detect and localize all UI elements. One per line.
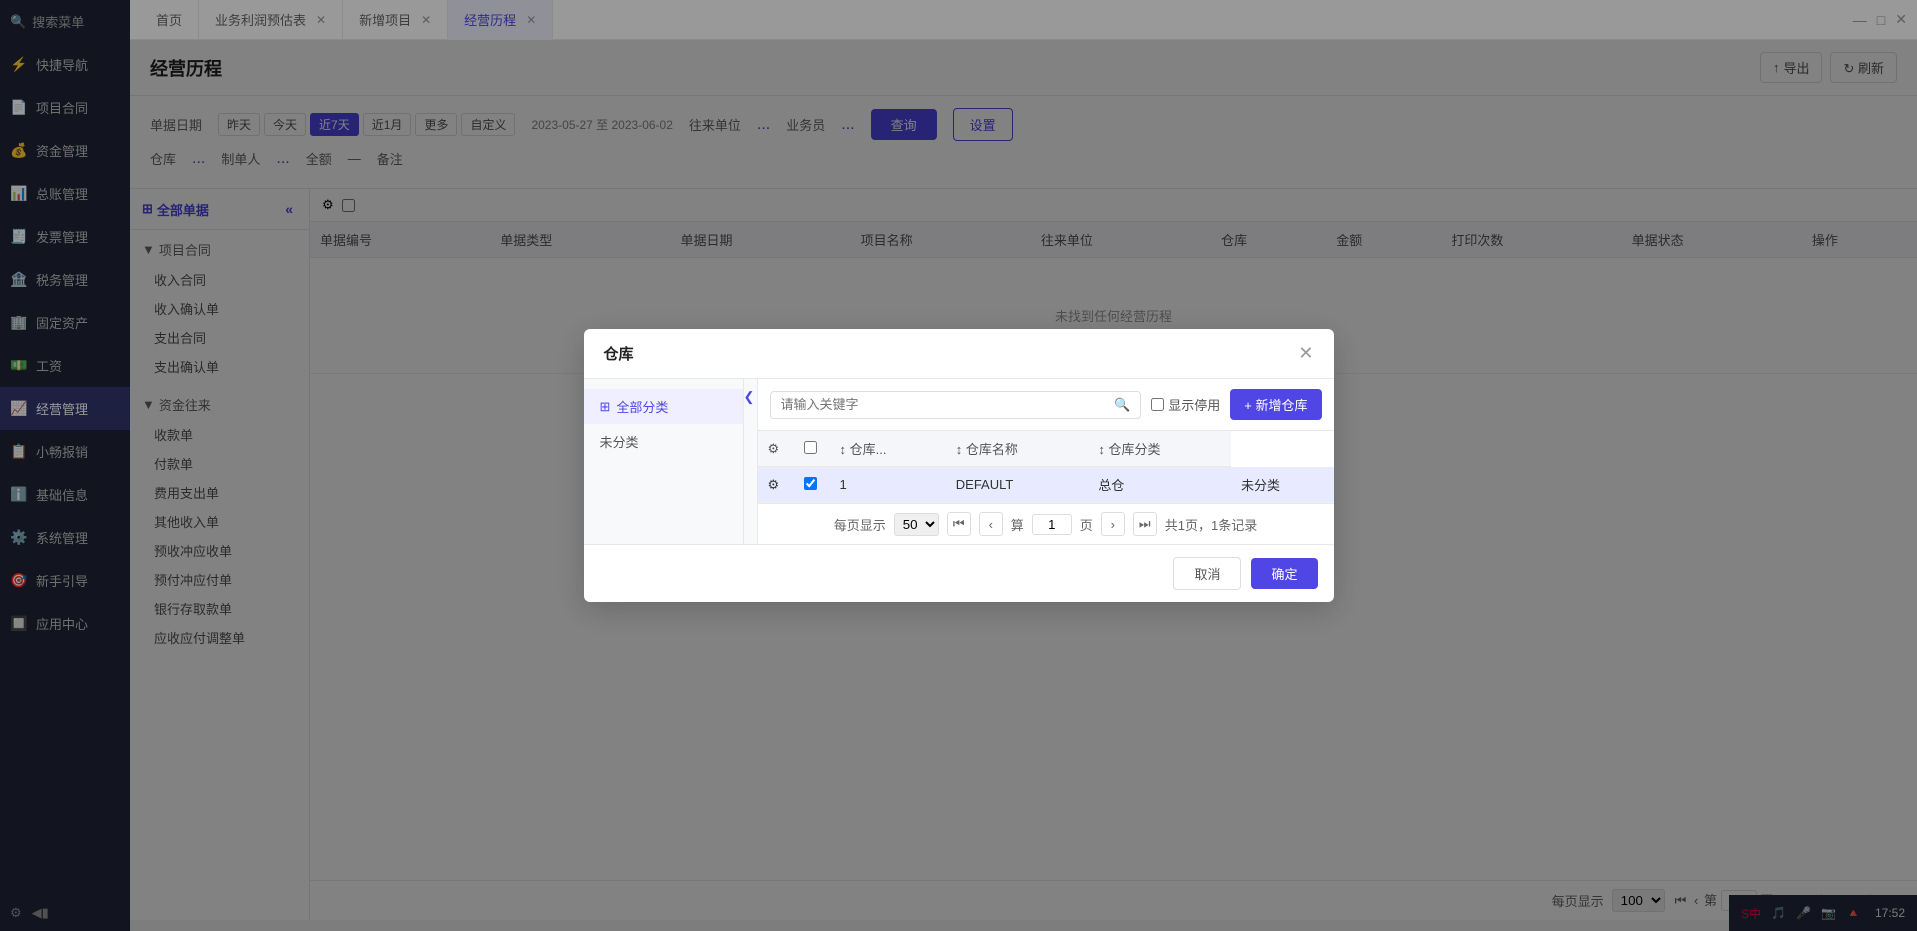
modal-search-wrapper: 🔍	[770, 391, 1142, 419]
show-disabled-checkbox[interactable]	[1151, 398, 1164, 411]
modal-total: 共1页，1条记录	[1165, 515, 1257, 534]
modal-uncategorized[interactable]: 未分类	[584, 424, 743, 459]
modal-page-input[interactable]	[1032, 514, 1072, 535]
left-panel-collapse-btn[interactable]: ❮	[744, 379, 758, 544]
modal-pagination: 每页显示 50 ⏮ ‹ 算 页 › ⏭ 共1页，1条记录	[758, 503, 1334, 544]
show-disabled-label[interactable]: 显示停用	[1151, 395, 1220, 414]
col-category-header: ↕ 仓库分类	[1088, 431, 1231, 467]
row-code: DEFAULT	[946, 467, 1089, 503]
modal-title: 仓库	[604, 343, 634, 364]
row-id: 1	[830, 467, 946, 503]
modal-close-button[interactable]: ✕	[1298, 343, 1313, 364]
modal-search-input[interactable]	[781, 397, 1109, 412]
modal-toolbar: 🔍 显示停用 + 新增仓库	[758, 379, 1334, 431]
cancel-button[interactable]: 取消	[1173, 557, 1241, 590]
modal-footer: 取消 确定	[584, 544, 1334, 602]
modal-body: ⊞ 全部分类 未分类 ❮ 🔍	[584, 379, 1334, 544]
col-name-header: ↕ 仓库名称	[946, 431, 1089, 467]
modal-next-btn[interactable]: ›	[1101, 512, 1125, 536]
modal-last-btn[interactable]: ⏭	[1133, 512, 1157, 536]
modal-select-all[interactable]	[804, 441, 817, 454]
hashtag-icon: ⊞	[600, 399, 611, 415]
modal-overlay: 仓库 ✕ ⊞ 全部分类 未分类 ❮	[0, 0, 1917, 931]
col-settings[interactable]: ⚙	[758, 431, 794, 467]
modal-first-btn[interactable]: ⏮	[947, 512, 971, 536]
modal-per-page-select[interactable]: 50	[894, 513, 939, 536]
modal-data-table: ⚙ ↕ 仓库... ↕ 仓库名称 ↕ 仓库分类	[758, 431, 1334, 503]
add-warehouse-button[interactable]: + 新增仓库	[1230, 389, 1321, 420]
row-checkbox-cell[interactable]	[794, 467, 830, 503]
col-code-header: ↕ 仓库...	[830, 431, 946, 467]
modal-left-panel: ⊞ 全部分类 未分类	[584, 379, 744, 544]
modal-table-header: ⚙ ↕ 仓库... ↕ 仓库名称 ↕ 仓库分类	[758, 431, 1334, 467]
warehouse-modal: 仓库 ✕ ⊞ 全部分类 未分类 ❮	[584, 329, 1334, 602]
modal-all-categories[interactable]: ⊞ 全部分类	[584, 389, 743, 424]
modal-table-row[interactable]: ⚙ 1 DEFAULT 总仓 未分类	[758, 467, 1334, 503]
col-checkbox[interactable]	[794, 431, 830, 467]
row-checkbox[interactable]	[804, 477, 817, 490]
row-settings-btn[interactable]: ⚙	[758, 467, 794, 503]
modal-search-icon: 🔍	[1114, 397, 1130, 413]
modal-table-wrap[interactable]: ⚙ ↕ 仓库... ↕ 仓库名称 ↕ 仓库分类	[758, 431, 1334, 503]
modal-prev-btn[interactable]: ‹	[979, 512, 1003, 536]
row-name: 总仓	[1088, 467, 1231, 503]
modal-header: 仓库 ✕	[584, 329, 1334, 379]
modal-right-panel: 🔍 显示停用 + 新增仓库 ⚙	[758, 379, 1334, 544]
confirm-button[interactable]: 确定	[1251, 558, 1317, 589]
row-category: 未分类	[1231, 467, 1334, 503]
